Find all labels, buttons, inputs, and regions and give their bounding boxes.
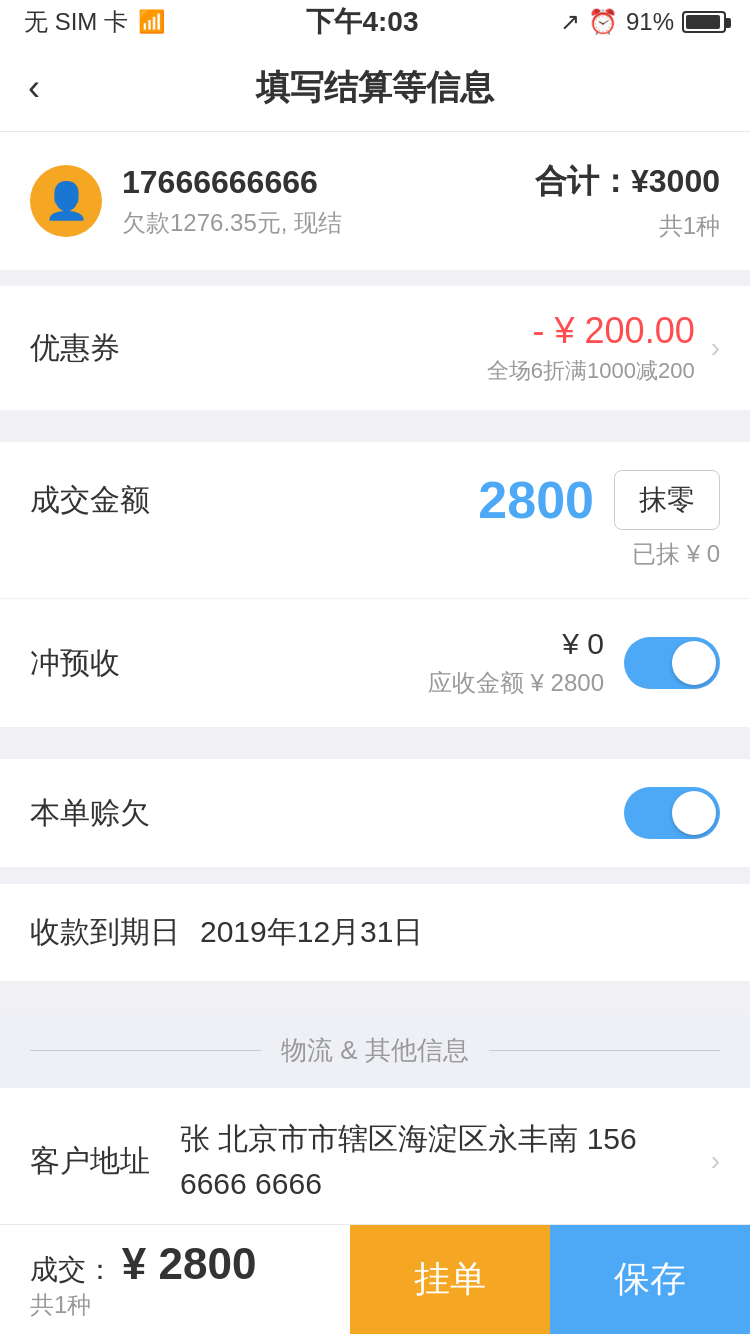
bottom-count: 共1种	[30, 1289, 320, 1321]
bottom-deal-row: 成交： ¥ 2800	[30, 1239, 320, 1289]
address-section[interactable]: 客户地址 张 北京市市辖区海淀区永丰南 156 6666 6666 ›	[0, 1088, 750, 1234]
user-debt: 欠款1276.35元, 现结	[122, 207, 535, 239]
precharge-right: ¥ 0 应收金额 ¥ 2800	[428, 627, 604, 699]
avatar: 👤	[30, 165, 102, 237]
bottom-info: 成交： ¥ 2800 共1种	[0, 1239, 350, 1321]
round-button[interactable]: 抹零	[614, 470, 720, 530]
bottom-bar: 成交： ¥ 2800 共1种 挂单 保存	[0, 1224, 750, 1334]
user-total: 合计：¥3000 共1种	[535, 160, 720, 242]
amount-label: 成交金额	[30, 480, 478, 521]
bottom-amount: ¥ 2800	[122, 1239, 257, 1288]
precharge-toggle[interactable]	[624, 637, 720, 689]
coupon-row[interactable]: 优惠券 - ¥ 200.00 全场6折满1000减200 ›	[0, 286, 750, 410]
precharge-amount: ¥ 0	[562, 627, 604, 661]
hold-button[interactable]: 挂单	[350, 1225, 550, 1335]
user-phone: 17666666666	[122, 164, 535, 201]
content-area: 👤 17666666666 欠款1276.35元, 现结 合计：¥3000 共1…	[0, 132, 750, 1334]
user-row: 👤 17666666666 欠款1276.35元, 现结 合计：¥3000 共1…	[0, 132, 750, 270]
toggle-circle	[672, 641, 716, 685]
coupon-desc: 全场6折满1000减200	[120, 356, 695, 386]
logistics-divider: 物流 & 其他信息	[0, 1013, 750, 1088]
location-icon: ↗	[560, 8, 580, 36]
save-button[interactable]: 保存	[550, 1225, 750, 1335]
address-card: 客户地址 张 北京市市辖区海淀区永丰南 156 6666 6666 ›	[0, 1088, 750, 1234]
debt-toggle-circle	[672, 791, 716, 835]
amount-section: 成交金额 2800 抹零 已抹 ¥ 0	[0, 442, 750, 599]
amount-row: 成交金额 2800 抹零	[30, 470, 720, 530]
status-bar: 无 SIM 卡 📶 下午4:03 ↗ ⏰ 91%	[0, 0, 750, 44]
user-icon: 👤	[44, 180, 89, 222]
divider-line-right	[489, 1050, 720, 1051]
date-label: 收款到期日	[30, 912, 180, 953]
section-divider-1	[0, 426, 750, 442]
coupon-card: 优惠券 - ¥ 200.00 全场6折满1000减200 ›	[0, 286, 750, 410]
page-title: 填写结算等信息	[256, 65, 494, 111]
deal-amount-card: 成交金额 2800 抹零 已抹 ¥ 0 冲预收 ¥ 0 应收金额 ¥ 2800	[0, 442, 750, 727]
chevron-right-icon: ›	[711, 332, 720, 364]
due-date-card: 收款到期日 2019年12月31日	[0, 883, 750, 981]
debt-card: 本单赊欠	[0, 759, 750, 867]
section-divider-3	[0, 997, 750, 1013]
address-value: 张 北京市市辖区海淀区永丰南 156 6666 6666	[180, 1116, 695, 1206]
amount-sub: 已抹 ¥ 0	[30, 538, 720, 570]
user-info: 17666666666 欠款1276.35元, 现结	[122, 164, 535, 239]
status-right: ↗ ⏰ 91%	[560, 8, 726, 36]
total-count: 共1种	[535, 210, 720, 242]
back-button[interactable]: ‹	[28, 67, 40, 109]
debt-label: 本单赊欠	[30, 793, 624, 834]
address-chevron-icon: ›	[711, 1145, 720, 1177]
precharge-receivable: 应收金额 ¥ 2800	[428, 667, 604, 699]
battery-percentage: 91%	[626, 8, 674, 36]
wifi-icon: 📶	[138, 9, 165, 35]
bottom-deal-label: 成交：	[30, 1254, 114, 1285]
date-value: 2019年12月31日	[200, 912, 423, 953]
section-divider-2	[0, 743, 750, 759]
coupon-label: 优惠券	[30, 328, 120, 369]
status-time: 下午4:03	[306, 3, 418, 41]
coupon-discount: - ¥ 200.00	[120, 310, 695, 352]
alarm-icon: ⏰	[588, 8, 618, 36]
date-section: 收款到期日 2019年12月31日	[0, 884, 750, 981]
precharge-label: 冲预收	[30, 643, 428, 684]
debt-section: 本单赊欠	[0, 759, 750, 867]
carrier-label: 无 SIM 卡	[24, 6, 128, 38]
battery-icon	[682, 11, 726, 33]
precharge-section: 冲预收 ¥ 0 应收金额 ¥ 2800	[0, 599, 750, 727]
precharge-row: 冲预收 ¥ 0 应收金额 ¥ 2800	[30, 627, 720, 699]
debt-toggle[interactable]	[624, 787, 720, 839]
amount-value: 2800	[478, 470, 594, 530]
address-label: 客户地址	[30, 1141, 150, 1182]
logistics-label: 物流 & 其他信息	[281, 1033, 469, 1068]
user-info-card: 👤 17666666666 欠款1276.35元, 现结 合计：¥3000 共1…	[0, 132, 750, 270]
coupon-right: - ¥ 200.00 全场6折满1000减200	[120, 310, 695, 386]
divider-line-left	[30, 1050, 261, 1051]
total-amount: 合计：¥3000	[535, 160, 720, 204]
status-left: 无 SIM 卡 📶	[24, 6, 165, 38]
nav-bar: ‹ 填写结算等信息	[0, 44, 750, 132]
back-icon: ‹	[28, 67, 40, 108]
